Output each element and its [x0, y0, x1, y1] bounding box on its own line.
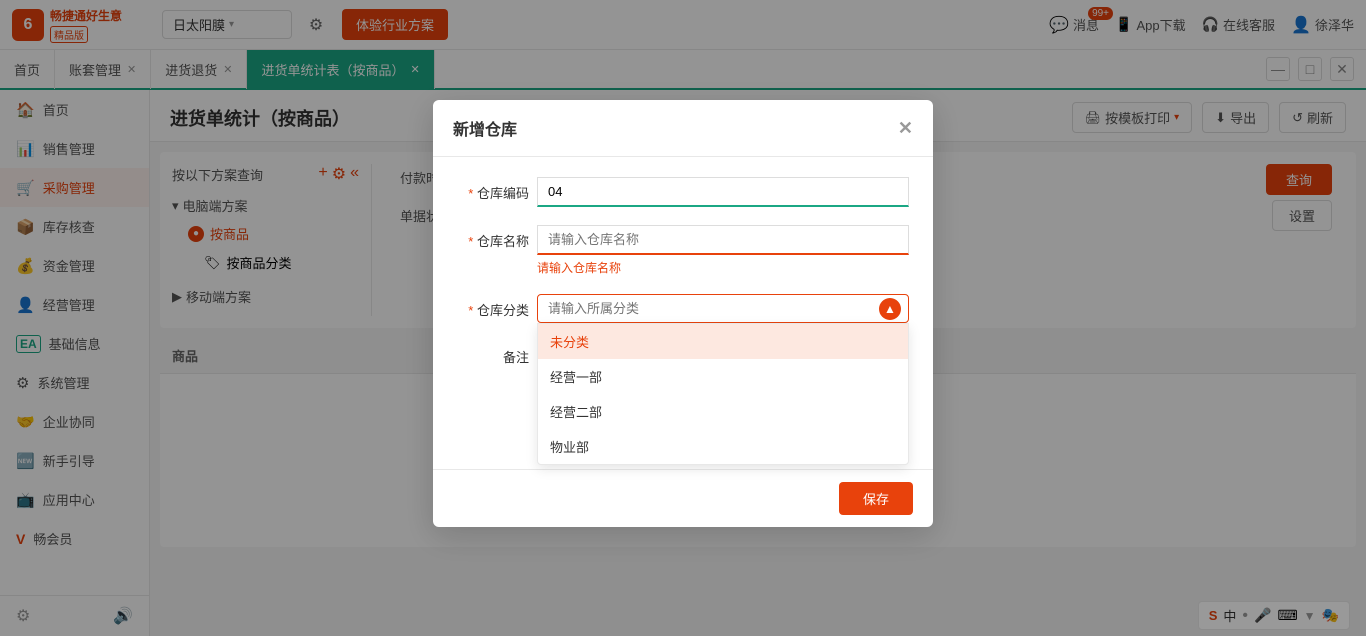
category-required-mark: *: [468, 303, 473, 318]
code-field-label: * 仓库编码: [457, 177, 537, 202]
code-input[interactable]: [537, 177, 909, 207]
note-field-label: 备注: [457, 341, 537, 366]
name-required-mark: *: [468, 234, 473, 249]
modal-overlay: 新增仓库 ✕ * 仓库编码 * 仓库名称: [0, 0, 1366, 636]
name-label-text: 仓库名称: [477, 234, 529, 249]
category-input[interactable]: [537, 294, 909, 323]
modal-body: * 仓库编码 * 仓库名称 请输入仓库名称: [433, 157, 933, 469]
modal-close-button[interactable]: ✕: [898, 118, 913, 139]
code-required-mark: *: [468, 186, 473, 201]
category-field-label: * 仓库分类: [457, 294, 537, 319]
modal-title: 新增仓库: [453, 116, 517, 140]
form-row-name: * 仓库名称 请输入仓库名称: [457, 225, 909, 276]
form-row-code: * 仓库编码: [457, 177, 909, 207]
new-warehouse-modal: 新增仓库 ✕ * 仓库编码 * 仓库名称: [433, 100, 933, 527]
modal-header: 新增仓库 ✕: [433, 100, 933, 157]
category-dropdown-list: 未分类 经营一部 经营二部 物业部: [537, 323, 909, 465]
arrow-up-icon: ▲: [884, 302, 896, 316]
code-label-text: 仓库编码: [477, 186, 529, 201]
dropdown-item-uncategorized[interactable]: 未分类: [538, 324, 908, 359]
code-field-wrapper: [537, 177, 909, 207]
name-field-wrapper: 请输入仓库名称: [537, 225, 909, 276]
note-label-text: 备注: [503, 350, 529, 365]
category-dropdown-toggle[interactable]: ▲: [879, 298, 901, 320]
save-button[interactable]: 保存: [839, 482, 913, 515]
dropdown-item-dept1[interactable]: 经营一部: [538, 359, 908, 394]
name-error-message: 请输入仓库名称: [537, 259, 909, 276]
name-field-label: * 仓库名称: [457, 225, 537, 250]
name-input[interactable]: [537, 225, 909, 255]
category-label-text: 仓库分类: [477, 303, 529, 318]
form-row-category: * 仓库分类 ▲ 未分类 经营一部 经营二部 物业部: [457, 294, 909, 323]
dropdown-item-dept2[interactable]: 经营二部: [538, 394, 908, 429]
category-field-wrapper: ▲ 未分类 经营一部 经营二部 物业部: [537, 294, 909, 323]
modal-footer: 保存: [433, 469, 933, 527]
dropdown-item-dept3[interactable]: 物业部: [538, 429, 908, 464]
